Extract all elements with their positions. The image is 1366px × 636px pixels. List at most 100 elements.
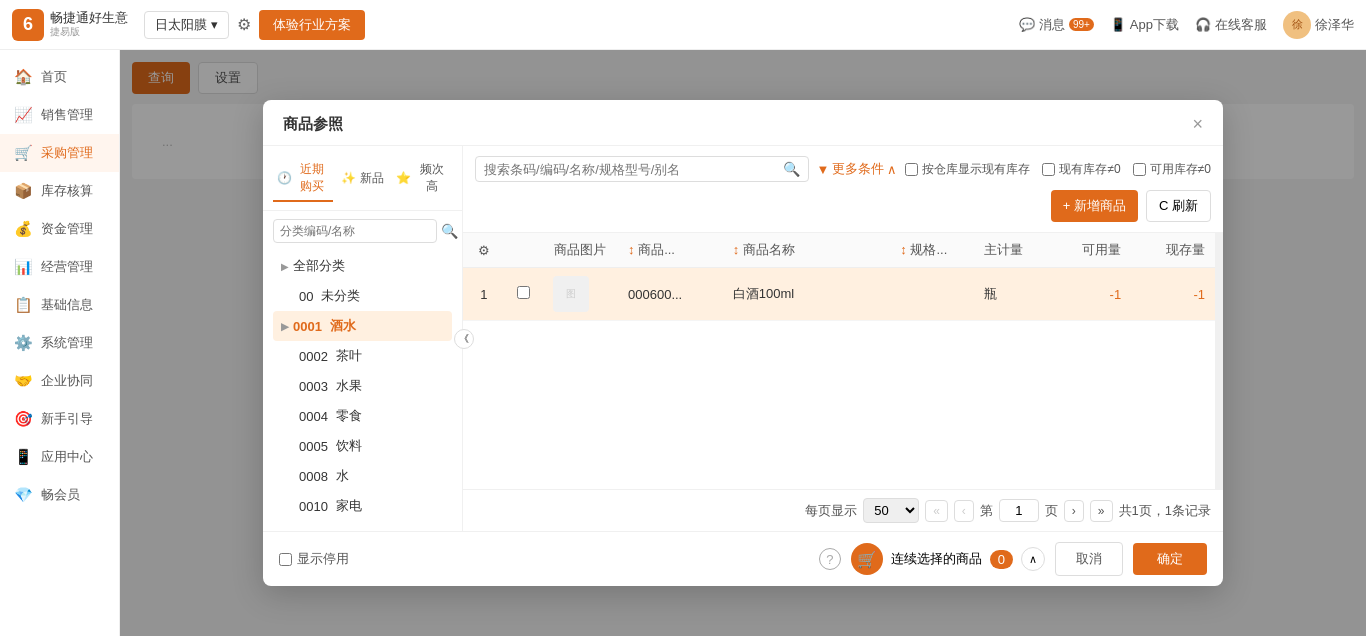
category-search-btn[interactable]: 🔍: [441, 223, 458, 239]
app-download-nav[interactable]: 📱 App下载: [1110, 16, 1179, 34]
table-wrapper: ⚙ 商品图片 ↕ 商品...: [463, 233, 1223, 489]
message-nav[interactable]: 💬 消息 99+: [1019, 16, 1094, 34]
product-search-input[interactable]: [484, 162, 783, 177]
category-tree: ▶ 全部分类 00 未分类 ▶ 0001 酒水: [263, 251, 462, 521]
th-spec[interactable]: ↕ 规格...: [890, 233, 974, 268]
sidebar-item-inventory[interactable]: 📦 库存核算: [0, 172, 119, 210]
modal-toolbar: 🔍 ▼ 更多条件 ∧ 按仓库显示现有库存: [463, 146, 1223, 233]
message-icon: 💬: [1019, 17, 1035, 32]
sidebar-item-system[interactable]: ⚙️ 系统管理: [0, 324, 119, 362]
cart-label: 连续选择的商品: [891, 550, 982, 568]
filter-checkboxes: 按仓库显示现有库存 现有库存≠0 可用库存≠0: [905, 161, 1211, 178]
add-product-btn[interactable]: + 新增商品: [1051, 190, 1138, 222]
tab-frequent[interactable]: ⭐ 频次高: [392, 156, 452, 202]
th-settings[interactable]: ⚙: [463, 233, 505, 268]
online-service-nav[interactable]: 🎧 在线客服: [1195, 16, 1267, 34]
sidebar-item-collab[interactable]: 🤝 企业协同: [0, 362, 119, 400]
show-disabled-label[interactable]: 显示停用: [279, 550, 349, 568]
sidebar-item-home[interactable]: 🏠 首页: [0, 58, 119, 96]
cat-0005[interactable]: 0005 饮料: [273, 431, 452, 461]
cell-code: 000600...: [618, 268, 723, 321]
trial-btn[interactable]: 体验行业方案: [259, 10, 365, 40]
more-filter-btn[interactable]: ▼ 更多条件 ∧: [817, 160, 898, 178]
modal-overlay: 商品参照 × 🕐 近期购买 ✨: [120, 50, 1366, 636]
checkbox-warehouse-input[interactable]: [905, 163, 918, 176]
prev-page-btn[interactable]: ‹: [954, 500, 974, 522]
sidebar-item-purchase[interactable]: 🛒 采购管理: [0, 134, 119, 172]
sidebar-item-member[interactable]: 💎 畅会员: [0, 476, 119, 514]
checkbox-warehouse[interactable]: 按仓库显示现有库存: [905, 161, 1030, 178]
page-input[interactable]: [999, 499, 1039, 522]
show-disabled-checkbox[interactable]: [279, 553, 292, 566]
refresh-btn[interactable]: C 刷新: [1146, 190, 1211, 222]
checkbox-stock-nonzero[interactable]: 现有库存≠0: [1042, 161, 1120, 178]
confirm-btn[interactable]: 确定: [1133, 543, 1207, 575]
cat-all[interactable]: ▶ 全部分类: [273, 251, 452, 281]
category-search-input[interactable]: [273, 219, 437, 243]
cat-0001[interactable]: ▶ 0001 酒水: [273, 311, 452, 341]
tab-new[interactable]: ✨ 新品: [333, 156, 393, 202]
company-selector[interactable]: 日太阳膜 ▾: [144, 11, 229, 39]
cell-stock: -1: [1131, 268, 1215, 321]
sales-icon: 📈: [14, 106, 33, 124]
gear-icon[interactable]: ⚙: [237, 15, 251, 34]
cart-collapse-btn[interactable]: ∧: [1021, 547, 1045, 571]
th-img: 商品图片: [543, 233, 618, 268]
first-page-btn[interactable]: «: [925, 500, 948, 522]
help-icon[interactable]: ?: [819, 548, 841, 570]
th-check: [505, 233, 543, 268]
avatar: 徐: [1283, 11, 1311, 39]
sidebar-item-sales[interactable]: 📈 销售管理: [0, 96, 119, 134]
modal-header: 商品参照 ×: [263, 100, 1223, 146]
cart-icon[interactable]: 🛒: [851, 543, 883, 575]
cat-0008[interactable]: 0008 水: [273, 461, 452, 491]
sidebar-item-finance[interactable]: 💰 资金管理: [0, 210, 119, 248]
cell-check[interactable]: [505, 268, 543, 321]
next-page-btn[interactable]: ›: [1064, 500, 1084, 522]
star-icon: ✨: [341, 171, 356, 185]
cancel-btn[interactable]: 取消: [1055, 542, 1123, 576]
clock-icon: 🕐: [277, 171, 292, 185]
member-icon: 💎: [14, 486, 33, 504]
cat-00[interactable]: 00 未分类: [273, 281, 452, 311]
arrow-icon: ▶: [281, 261, 289, 272]
sidebar-item-basic[interactable]: 📋 基础信息: [0, 286, 119, 324]
sidebar-item-appcenter[interactable]: 📱 应用中心: [0, 438, 119, 476]
search-icon: 🔍: [783, 161, 800, 177]
logo-area: 6 畅捷通好生意 捷易版: [12, 9, 128, 41]
cat-0010[interactable]: 0010 家电: [273, 491, 452, 521]
sort-icon-name: ↕: [733, 242, 740, 257]
phone-icon: 📱: [1110, 17, 1126, 32]
cell-avail: -1: [1047, 268, 1131, 321]
checkbox-avail-nonzero[interactable]: 可用库存≠0: [1133, 161, 1211, 178]
cell-spec: [890, 268, 974, 321]
sidebar-item-operation[interactable]: 📊 经营管理: [0, 248, 119, 286]
sidebar-item-guide[interactable]: 🎯 新手引导: [0, 400, 119, 438]
cat-0004[interactable]: 0004 零食: [273, 401, 452, 431]
checkbox-avail-nonzero-input[interactable]: [1133, 163, 1146, 176]
tab-recent[interactable]: 🕐 近期购买: [273, 156, 333, 202]
filter-icon: ▼: [817, 162, 830, 177]
cat-0002[interactable]: 0002 茶叶: [273, 341, 452, 371]
cat-0003[interactable]: 0003 水果: [273, 371, 452, 401]
product-modal: 商品参照 × 🕐 近期购买 ✨: [263, 100, 1223, 586]
per-page-select[interactable]: 50 100 200: [863, 498, 919, 523]
brand-sub: 捷易版: [50, 25, 128, 39]
vertical-scrollbar[interactable]: [1215, 233, 1223, 489]
cell-unit: 瓶: [974, 268, 1047, 321]
user-profile[interactable]: 徐 徐泽华: [1283, 11, 1354, 39]
table-header-row: ⚙ 商品图片 ↕ 商品...: [463, 233, 1215, 268]
main-layout: 🏠 首页 📈 销售管理 🛒 采购管理 📦 库存核算 💰 资金管理 📊 经营管理 …: [0, 50, 1366, 636]
sidebar: 🏠 首页 📈 销售管理 🛒 采购管理 📦 库存核算 💰 资金管理 📊 经营管理 …: [0, 50, 120, 636]
th-code[interactable]: ↕ 商品...: [618, 233, 723, 268]
row-checkbox[interactable]: [517, 286, 530, 299]
th-name[interactable]: ↕ 商品名称: [723, 233, 891, 268]
collapse-left-btn[interactable]: 《: [454, 329, 474, 349]
checkbox-stock-nonzero-input[interactable]: [1042, 163, 1055, 176]
modal-close-btn[interactable]: ×: [1192, 114, 1203, 135]
category-search-row: 🔍: [263, 219, 462, 251]
table-row[interactable]: 1 图 000600... 白: [463, 268, 1215, 321]
system-icon: ⚙️: [14, 334, 33, 352]
last-page-btn[interactable]: »: [1090, 500, 1113, 522]
quick-tabs: 🕐 近期购买 ✨ 新品 ⭐ 频次高: [263, 156, 462, 211]
